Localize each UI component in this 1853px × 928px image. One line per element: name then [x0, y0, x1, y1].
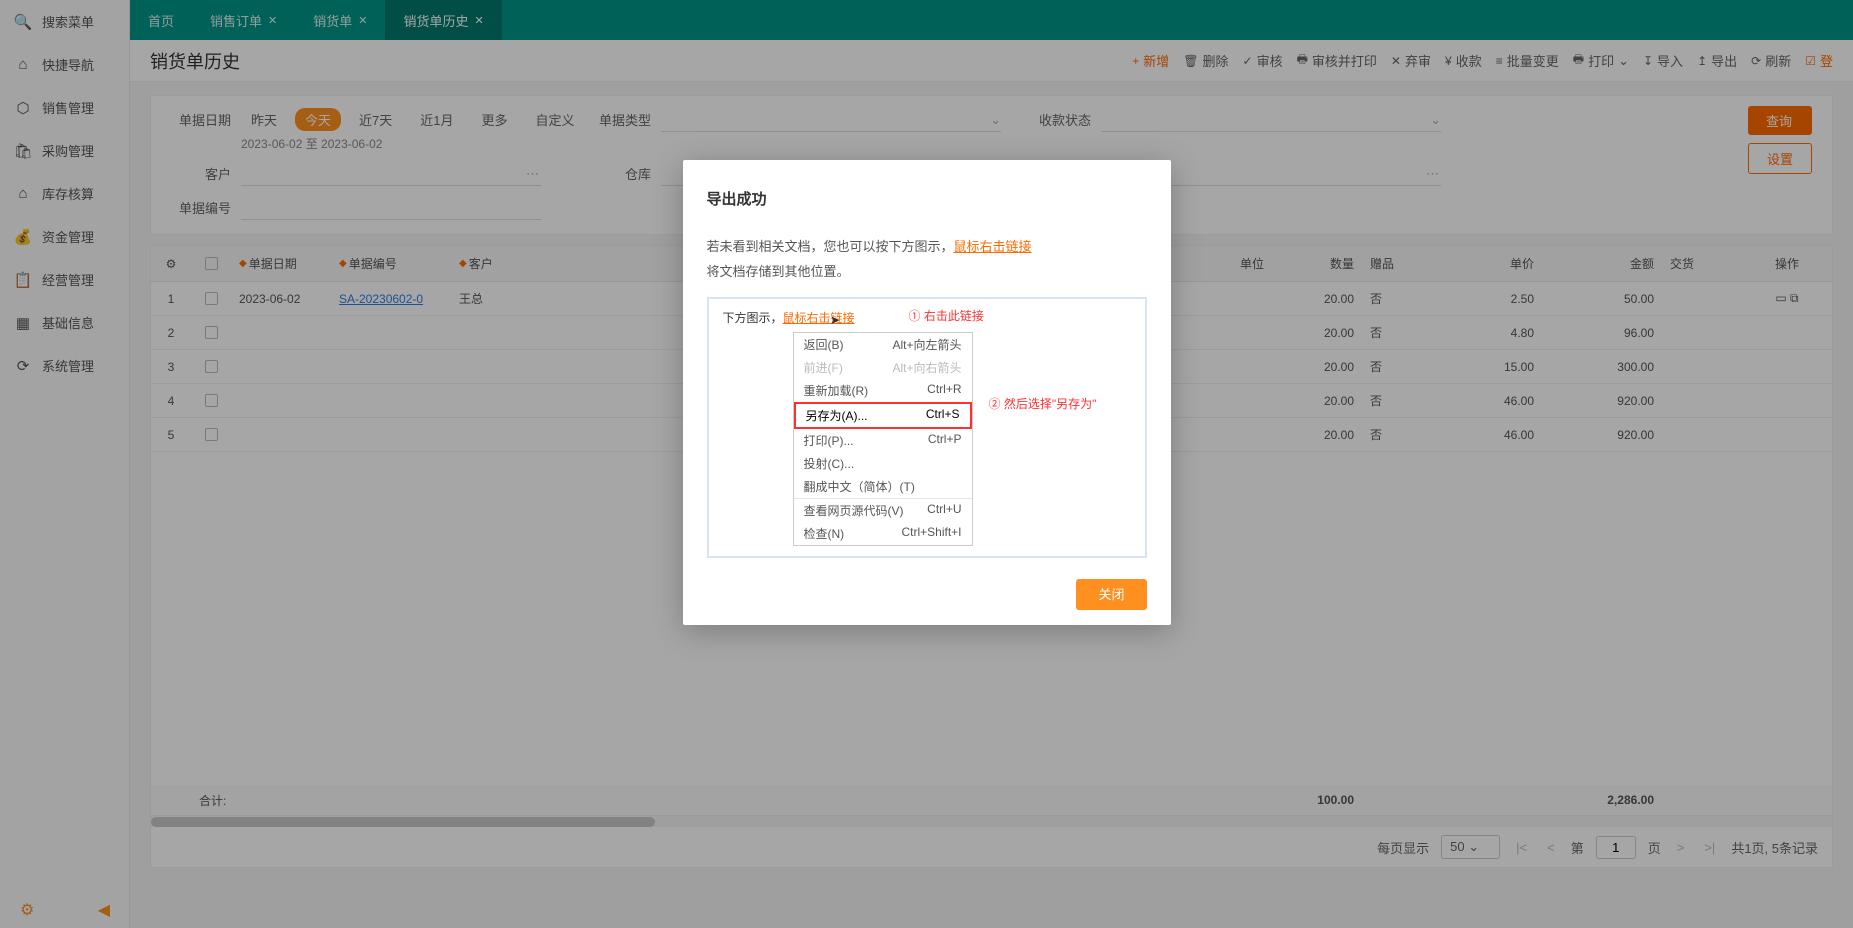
ctx-item: 查看网页源代码(V)Ctrl+U — [794, 498, 972, 522]
export-success-modal: 导出成功 若未看到相关文档，您也可以按下方图示，鼠标右击链接 将文档存储到其他位… — [683, 160, 1171, 625]
context-menu-illustration: 返回(B)Alt+向左箭头 前进(F)Alt+向右箭头 重新加载(R)Ctrl+… — [793, 332, 973, 546]
ctx-item: 翻成中文（简体）(T) — [794, 475, 972, 498]
ctx-item: 打印(P)...Ctrl+P — [794, 429, 972, 452]
ctx-item: 前进(F)Alt+向右箭头 — [794, 356, 972, 379]
ctx-item: 投射(C)... — [794, 452, 972, 475]
ctx-item: 检查(N)Ctrl+Shift+I — [794, 522, 972, 545]
ctx-item: 另存为(A)...Ctrl+S — [794, 402, 972, 429]
callout-2: ② 然后选择"另存为" — [989, 395, 1097, 412]
illustration-link: 鼠标右击链接 — [783, 311, 855, 325]
ctx-item: 重新加载(R)Ctrl+R — [794, 379, 972, 402]
modal-right-click-link[interactable]: 鼠标右击链接 — [954, 239, 1032, 254]
cursor-icon: ➤ — [830, 313, 840, 327]
modal-title: 导出成功 — [707, 188, 1147, 209]
callout-1: ① 右击此链接 — [909, 307, 984, 324]
modal-illustration: 下方图示，鼠标右击链接 ➤ ① 右击此链接 ② 然后选择"另存为" 返回(B)A… — [707, 297, 1147, 558]
modal-close-button[interactable]: 关闭 — [1076, 579, 1146, 610]
modal-hint-line1: 若未看到相关文档，您也可以按下方图示，鼠标右击链接 — [707, 237, 1147, 258]
modal-hint-line2: 将文档存储到其他位置。 — [707, 262, 1147, 283]
ctx-item: 返回(B)Alt+向左箭头 — [794, 333, 972, 356]
modal-overlay[interactable]: 导出成功 若未看到相关文档，您也可以按下方图示，鼠标右击链接 将文档存储到其他位… — [0, 0, 1853, 928]
